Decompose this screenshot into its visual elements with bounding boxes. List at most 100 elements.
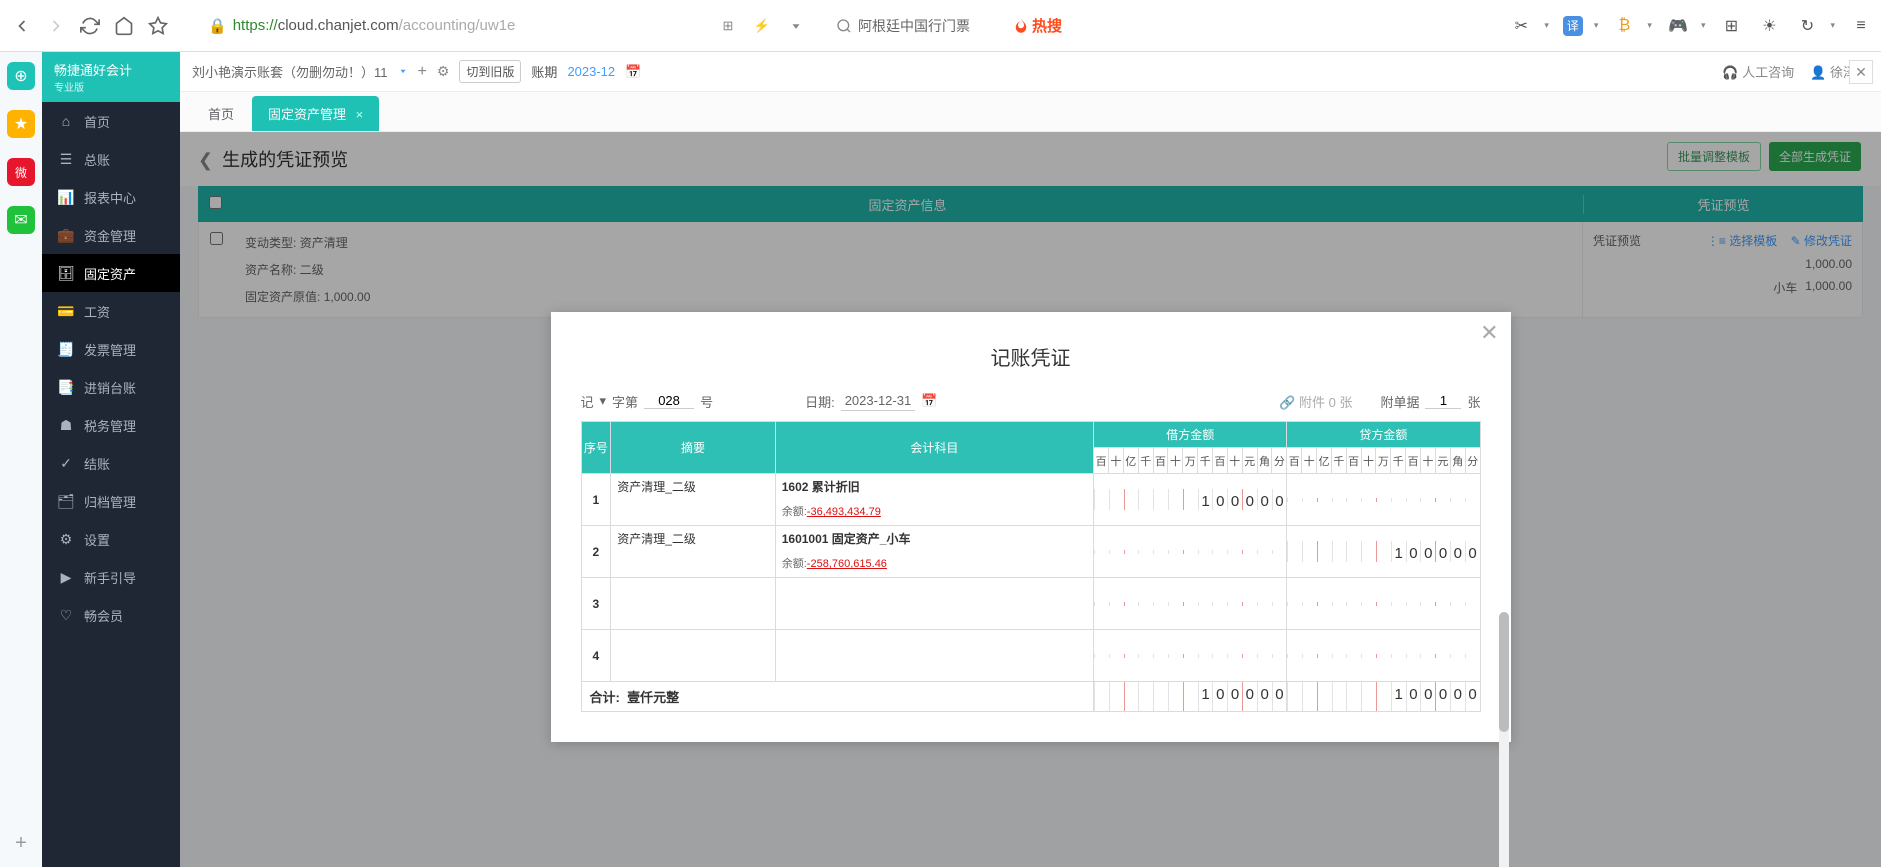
sidebar-logo[interactable]: 畅捷通好会计 专业版 (42, 52, 180, 102)
digit-cell (1317, 654, 1332, 658)
forward-icon[interactable] (42, 12, 70, 40)
digit-cell (1361, 682, 1376, 711)
settings-icon[interactable]: ⚙ (437, 63, 450, 80)
dock-add[interactable]: + (15, 832, 27, 855)
slip-count-input[interactable] (1425, 393, 1461, 409)
sidebar-label: 设置 (84, 530, 110, 549)
digit-cell (1212, 602, 1227, 606)
history-icon[interactable]: ↻ (1795, 14, 1819, 38)
home-icon[interactable] (110, 12, 138, 40)
sidebar-icon: 📊 (58, 189, 74, 205)
digit-cell (1376, 682, 1391, 711)
sidebar-label: 发票管理 (84, 340, 136, 359)
account-dropdown-icon[interactable] (398, 64, 408, 79)
tab-fixed-assets[interactable]: 固定资产管理 × (252, 96, 379, 131)
digit-cell (1435, 498, 1450, 502)
digit-cell (1272, 654, 1287, 658)
place-col: 千 (1198, 448, 1213, 474)
voucher-number-input[interactable] (644, 393, 694, 409)
digit-cell (1376, 654, 1391, 658)
dock-favorites[interactable]: ★ (7, 110, 35, 138)
voucher-row[interactable]: 4 (581, 630, 1480, 682)
th-credit: 贷方金额 (1287, 422, 1480, 448)
calendar-icon[interactable]: 📅 (921, 393, 937, 409)
apps-icon[interactable]: ⊞ (1719, 14, 1743, 38)
star-icon[interactable] (144, 12, 172, 40)
sidebar-item-13[interactable]: ♡畅会员 (42, 596, 180, 634)
attachment-link[interactable]: 🔗 附件 0 张 (1279, 392, 1352, 411)
modal-scrollbar[interactable] (1499, 612, 1509, 867)
sidebar-item-12[interactable]: ▶新手引导 (42, 558, 180, 596)
digit-cell (1332, 682, 1347, 711)
sidebar-item-1[interactable]: ☰总账 (42, 140, 180, 178)
digit-cell: 0 (1227, 682, 1242, 711)
menu-icon[interactable]: ≡ (1849, 14, 1873, 38)
url-bar[interactable]: 🔒 https:// cloud.chanjet.com /accounting… (208, 8, 708, 44)
reload-icon[interactable] (76, 12, 104, 40)
dropdown-caret-icon[interactable]: ▾ (600, 393, 607, 409)
word-label: 字第 (612, 392, 638, 411)
search-hint[interactable]: 阿根廷中国行门票 (836, 16, 1006, 36)
tab-active-label: 固定资产管理 (268, 107, 346, 122)
modal-close-icon[interactable]: ✕ (1480, 320, 1498, 346)
sidebar-item-10[interactable]: 🗂归档管理 (42, 482, 180, 520)
sidebar-item-11[interactable]: ⚙设置 (42, 520, 180, 558)
sidebar-item-8[interactable]: ☗税务管理 (42, 406, 180, 444)
page-body: ❮ 生成的凭证预览 批量调整模板 全部生成凭证 固定资产信息 凭证预览 变动类型… (180, 132, 1881, 867)
dock-weibo[interactable]: 微 (7, 158, 35, 186)
dock-mail[interactable]: ✉ (7, 206, 35, 234)
digit-cell (1361, 602, 1376, 606)
translate-icon[interactable]: 译 (1563, 16, 1583, 36)
digit-cell (1198, 602, 1213, 606)
total-text: 壹仟元整 (627, 690, 679, 705)
date-value[interactable]: 2023-12-31 (841, 391, 916, 411)
calendar-icon[interactable]: 📅 (625, 64, 641, 80)
sidebar-item-9[interactable]: ✓结账 (42, 444, 180, 482)
sidebar-item-7[interactable]: 📑进销台账 (42, 368, 180, 406)
voucher-row[interactable]: 3 (581, 578, 1480, 630)
sidebar-item-3[interactable]: 💼资金管理 (42, 216, 180, 254)
digit-cell (1109, 602, 1124, 606)
th-summary: 摘要 (611, 422, 776, 474)
switch-old-button[interactable]: 切到旧版 (459, 60, 521, 83)
voucher-row[interactable]: 2资产清理_二级1601001 固定资产_小车余额:-258,760,615.4… (581, 526, 1480, 578)
digit-cell (1183, 654, 1198, 658)
dock-app-1[interactable]: ⊕ (7, 62, 35, 90)
close-icon[interactable]: × (356, 107, 364, 122)
theme-icon[interactable]: ☀ (1757, 14, 1781, 38)
consult-icon[interactable]: 🎧 人工咨询 (1722, 62, 1794, 81)
digit-cell (1138, 682, 1153, 711)
account-name[interactable]: 刘小艳演示账套（勿删勿动！）11 (192, 62, 388, 81)
period-value[interactable]: 2023-12 (567, 64, 615, 79)
game-icon[interactable]: 🎮 (1666, 14, 1690, 38)
sidebar-item-2[interactable]: 📊报表中心 (42, 178, 180, 216)
place-col: 千 (1138, 448, 1153, 474)
scissors-icon[interactable]: ✂ (1509, 14, 1533, 38)
back-icon[interactable] (8, 12, 36, 40)
dropdown-icon[interactable] (782, 12, 810, 40)
date-label: 日期: (805, 392, 835, 411)
add-account-icon[interactable]: + (418, 63, 427, 81)
panel-close-button[interactable]: ✕ (1849, 60, 1873, 84)
digit-cell (1138, 602, 1153, 606)
sidebar-label: 工资 (84, 302, 110, 321)
digit-cell (1287, 498, 1302, 502)
consult-label: 人工咨询 (1742, 65, 1794, 80)
digit-cell (1257, 654, 1272, 658)
digit-cell (1361, 541, 1376, 562)
sidebar-item-5[interactable]: 💳工资 (42, 292, 180, 330)
sidebar-item-4[interactable]: 🗄固定资产 (42, 254, 180, 292)
wallet-icon[interactable]: ₿ (1612, 14, 1636, 38)
tab-home[interactable]: 首页 (192, 96, 250, 131)
digit-cell (1212, 550, 1227, 554)
digit-cell (1198, 550, 1213, 554)
bolt-icon[interactable]: ⚡ (748, 12, 776, 40)
slip-label: 附单据 (1380, 392, 1419, 411)
sidebar-item-0[interactable]: ⌂首页 (42, 102, 180, 140)
sidebar-item-6[interactable]: 🧾发票管理 (42, 330, 180, 368)
hot-search-badge[interactable]: 热搜 (1012, 15, 1062, 36)
content: ✕ 刘小艳演示账套（勿删勿动！）11 + ⚙ 切到旧版 账期 2023-12 📅… (180, 52, 1881, 867)
record-char[interactable]: 记 (581, 392, 594, 411)
qr-icon[interactable]: ⊞ (714, 12, 742, 40)
voucher-row[interactable]: 1资产清理_二级1602 累计折旧余额:-36,493,434.79100000 (581, 474, 1480, 526)
